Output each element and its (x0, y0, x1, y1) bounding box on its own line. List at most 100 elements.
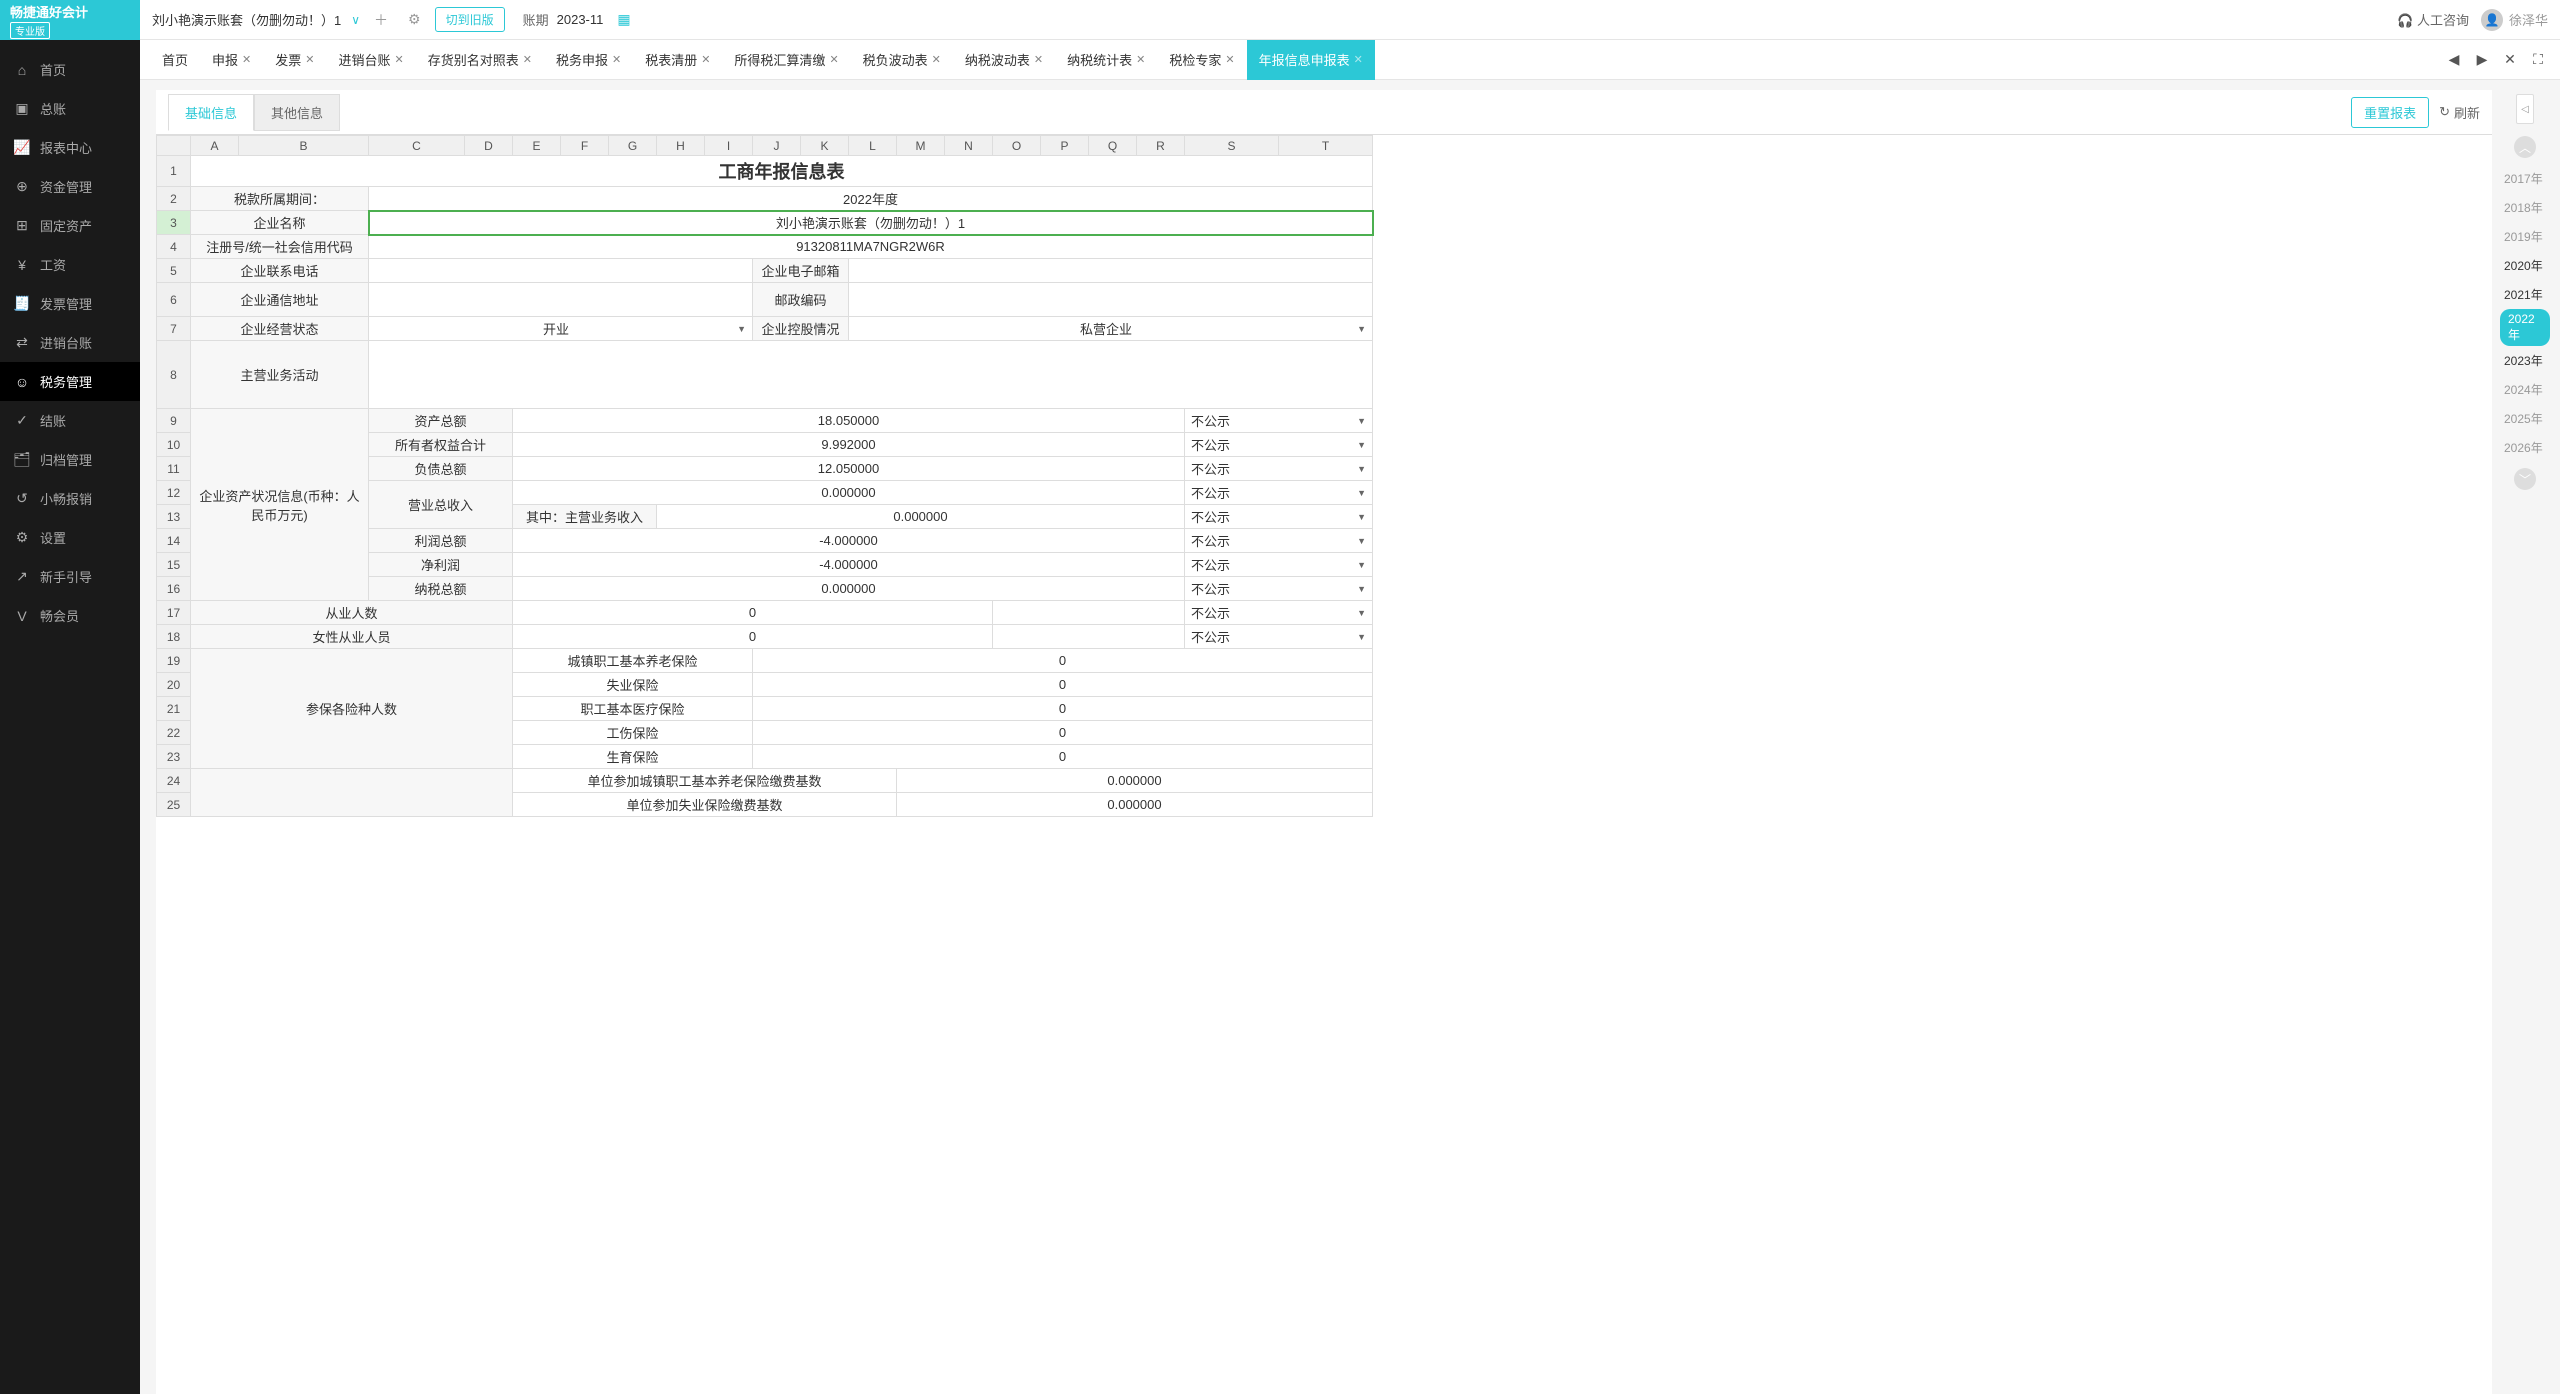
column-header[interactable]: Q (1089, 136, 1137, 156)
sub-tab[interactable]: 基础信息 (168, 94, 254, 131)
tabs-close-all[interactable]: ✕ (2498, 48, 2522, 72)
cell-value[interactable]: 9.992000 (513, 433, 1185, 457)
sub-tab[interactable]: 其他信息 (254, 94, 340, 131)
dropdown-cell[interactable]: 不公示▼ (1185, 409, 1373, 433)
column-header[interactable]: S (1185, 136, 1279, 156)
tab[interactable]: 税务申报✕ (544, 40, 633, 80)
period-value[interactable]: 2023-11 (557, 12, 604, 27)
calendar-icon[interactable]: ▦ (611, 11, 636, 28)
nav-item[interactable]: 🧾发票管理 (0, 284, 140, 323)
cell-value[interactable]: 0.000000 (513, 577, 1185, 601)
close-icon[interactable]: ✕ (1225, 53, 1234, 66)
close-icon[interactable]: ✕ (932, 53, 941, 66)
nav-item[interactable]: ↗新手引导 (0, 557, 140, 596)
cell-value[interactable]: -4.000000 (513, 553, 1185, 577)
nav-item[interactable]: V畅会员 (0, 596, 140, 635)
column-header[interactable]: G (609, 136, 657, 156)
nav-item[interactable]: 🗂归档管理 (0, 440, 140, 479)
cell-value[interactable] (993, 625, 1185, 649)
column-header[interactable]: F (561, 136, 609, 156)
tab[interactable]: 所得税汇算清缴✕ (722, 40, 850, 80)
cell-value[interactable]: 12.050000 (513, 457, 1185, 481)
column-header[interactable]: C (369, 136, 465, 156)
account-selector[interactable]: 刘小艳演示账套（勿删勿动！）1 ∨ (152, 10, 360, 29)
cell-value[interactable]: 0.000000 (513, 481, 1185, 505)
nav-item[interactable]: ⌂首页 (0, 50, 140, 89)
cell-value[interactable]: 2022年度 (369, 187, 1373, 211)
cell-value[interactable]: 0 (753, 673, 1373, 697)
tab[interactable]: 纳税统计表✕ (1055, 40, 1157, 80)
nav-item[interactable]: 📈报表中心 (0, 128, 140, 167)
dropdown-cell[interactable]: 不公示▼ (1185, 505, 1373, 529)
tab[interactable]: 发票✕ (263, 40, 326, 80)
dropdown-cell[interactable]: 开业▼ (369, 317, 753, 341)
year-item[interactable]: 2020年 (2500, 251, 2550, 280)
column-header[interactable]: A (191, 136, 239, 156)
tab[interactable]: 首页 (150, 40, 200, 80)
close-icon[interactable]: ✕ (395, 53, 404, 66)
tab[interactable]: 税表清册✕ (633, 40, 722, 80)
switch-old-version-button[interactable]: 切到旧版 (435, 7, 505, 32)
column-header[interactable]: R (1137, 136, 1185, 156)
column-header[interactable]: L (849, 136, 897, 156)
cell-value[interactable]: 0 (753, 721, 1373, 745)
cell-value[interactable]: 18.050000 (513, 409, 1185, 433)
column-header[interactable]: D (465, 136, 513, 156)
cell-value[interactable]: 0 (753, 697, 1373, 721)
horizontal-scrollbar[interactable] (156, 1378, 2492, 1394)
year-scroll-down[interactable]: ﹀ (2514, 468, 2536, 490)
cell-value[interactable]: 0 (753, 649, 1373, 673)
fullscreen-icon[interactable]: ⛶ (2526, 48, 2550, 72)
year-item[interactable]: 2021年 (2500, 280, 2550, 309)
close-icon[interactable]: ✕ (829, 53, 838, 66)
panel-collapse-icon[interactable]: ◁ (2516, 94, 2534, 124)
cell-value[interactable] (369, 341, 1373, 409)
column-header[interactable]: H (657, 136, 705, 156)
year-item[interactable]: 2019年 (2500, 222, 2550, 251)
column-header[interactable]: B (239, 136, 369, 156)
tabs-next[interactable]: ▶ (2470, 48, 2494, 72)
nav-item[interactable]: ✓结账 (0, 401, 140, 440)
column-header[interactable]: E (513, 136, 561, 156)
dropdown-cell[interactable]: 不公示▼ (1185, 481, 1373, 505)
dropdown-cell[interactable]: 私营企业▼ (849, 317, 1373, 341)
close-icon[interactable]: ✕ (523, 53, 532, 66)
year-item[interactable]: 2024年 (2500, 375, 2550, 404)
tab[interactable]: 税负波动表✕ (851, 40, 953, 80)
column-header[interactable]: N (945, 136, 993, 156)
cell-value[interactable]: 0.000000 (657, 505, 1185, 529)
tab[interactable]: 年报信息申报表✕ (1247, 40, 1375, 80)
close-icon[interactable]: ✕ (1136, 53, 1145, 66)
nav-item[interactable]: ↺小畅报销 (0, 479, 140, 518)
reset-report-button[interactable]: 重置报表 (2351, 97, 2429, 128)
nav-item[interactable]: ⊞固定资产 (0, 206, 140, 245)
dropdown-cell[interactable]: 不公示▼ (1185, 529, 1373, 553)
cell-value[interactable] (849, 259, 1373, 283)
user-menu[interactable]: 👤 徐泽华 (2481, 9, 2548, 31)
cell-value[interactable] (369, 283, 753, 317)
dropdown-cell[interactable]: 不公示▼ (1185, 577, 1373, 601)
nav-item[interactable]: ⚙设置 (0, 518, 140, 557)
cell-value[interactable]: 0 (753, 745, 1373, 769)
nav-item[interactable]: ⇄进销台账 (0, 323, 140, 362)
cell-value[interactable]: 0 (513, 601, 993, 625)
dropdown-cell[interactable]: 不公示▼ (1185, 457, 1373, 481)
nav-item[interactable]: ▣总账 (0, 89, 140, 128)
column-header[interactable]: K (801, 136, 849, 156)
tab[interactable]: 申报✕ (200, 40, 263, 80)
dropdown-cell[interactable]: 不公示▼ (1185, 553, 1373, 577)
selected-cell[interactable]: 刘小艳演示账套（勿删勿动！）1 (369, 211, 1373, 235)
cell-value[interactable] (993, 601, 1185, 625)
year-item[interactable]: 2022年 (2500, 309, 2550, 346)
tab[interactable]: 存货别名对照表✕ (416, 40, 544, 80)
column-header[interactable]: P (1041, 136, 1089, 156)
column-header[interactable]: M (897, 136, 945, 156)
add-account-icon[interactable]: ＋ (368, 10, 394, 30)
column-header[interactable]: O (993, 136, 1041, 156)
close-icon[interactable]: ✕ (1034, 53, 1043, 66)
close-icon[interactable]: ✕ (305, 53, 314, 66)
dropdown-cell[interactable]: 不公示▼ (1185, 433, 1373, 457)
cell-value[interactable]: 0.000000 (897, 793, 1373, 817)
cell-value[interactable]: 0.000000 (897, 769, 1373, 793)
tab[interactable]: 纳税波动表✕ (953, 40, 1055, 80)
